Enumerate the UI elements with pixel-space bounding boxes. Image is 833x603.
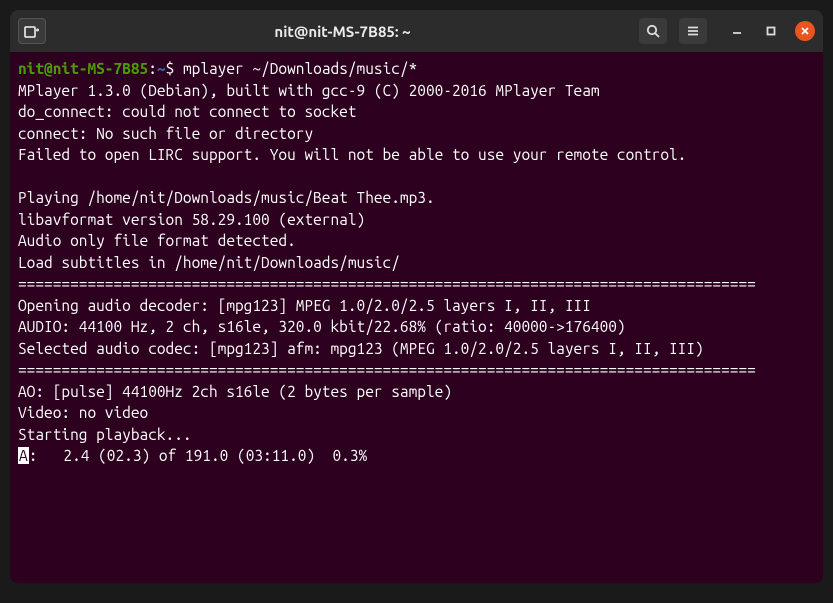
close-icon — [800, 26, 810, 36]
output-line: ========================================… — [18, 275, 756, 292]
prompt-separator: : — [148, 60, 157, 77]
titlebar: nit@nit-MS-7B85: ~ — [10, 10, 823, 52]
titlebar-right — [639, 18, 815, 44]
new-tab-button[interactable] — [18, 18, 46, 44]
close-button[interactable] — [795, 21, 815, 41]
window-title: nit@nit-MS-7B85: ~ — [52, 23, 633, 40]
output-line: Playing /home/nit/Downloads/music/Beat T… — [18, 189, 435, 206]
minimize-button[interactable] — [727, 21, 747, 41]
command-text: mplayer ~/Downloads/music/* — [183, 60, 417, 77]
output-line: ========================================… — [18, 361, 756, 378]
terminal-window: nit@nit-MS-7B85: ~ — [10, 10, 823, 583]
prompt-path: ~ — [157, 60, 166, 77]
cursor: A — [18, 447, 29, 464]
maximize-button[interactable] — [761, 21, 781, 41]
output-line: Opening audio decoder: [mpg123] MPEG 1.0… — [18, 297, 591, 314]
window-controls — [727, 21, 815, 41]
output-line: libavformat version 58.29.100 (external) — [18, 211, 365, 228]
prompt-symbol: $ — [166, 60, 183, 77]
output-line: Failed to open LIRC support. You will no… — [18, 146, 686, 163]
output-line: Load subtitles in /home/nit/Downloads/mu… — [18, 254, 400, 271]
output-line: do_connect: could not connect to socket — [18, 103, 357, 120]
menu-button[interactable] — [679, 18, 707, 44]
output-line: Selected audio codec: [mpg123] afm: mpg1… — [18, 340, 704, 357]
output-line: Starting playback... — [18, 426, 192, 443]
output-line: AUDIO: 44100 Hz, 2 ch, s16le, 320.0 kbit… — [18, 318, 626, 335]
output-line: : 2.4 (02.3) of 191.0 (03:11.0) 0.3% — [29, 447, 368, 464]
prompt-user-host: nit@nit-MS-7B85 — [18, 60, 148, 77]
hamburger-icon — [686, 24, 700, 38]
output-line: connect: No such file or directory — [18, 125, 313, 142]
output-line: Audio only file format detected. — [18, 232, 296, 249]
output-line: Video: no video — [18, 404, 148, 421]
terminal-body[interactable]: nit@nit-MS-7B85:~$ mplayer ~/Downloads/m… — [10, 52, 823, 583]
search-icon — [646, 24, 660, 38]
tab-plus-icon — [24, 24, 40, 38]
titlebar-left — [18, 18, 46, 44]
output-line: MPlayer 1.3.0 (Debian), built with gcc-9… — [18, 82, 600, 99]
minimize-icon — [732, 26, 742, 36]
output-line: AO: [pulse] 44100Hz 2ch s16le (2 bytes p… — [18, 383, 452, 400]
maximize-icon — [766, 26, 776, 36]
search-button[interactable] — [639, 18, 667, 44]
